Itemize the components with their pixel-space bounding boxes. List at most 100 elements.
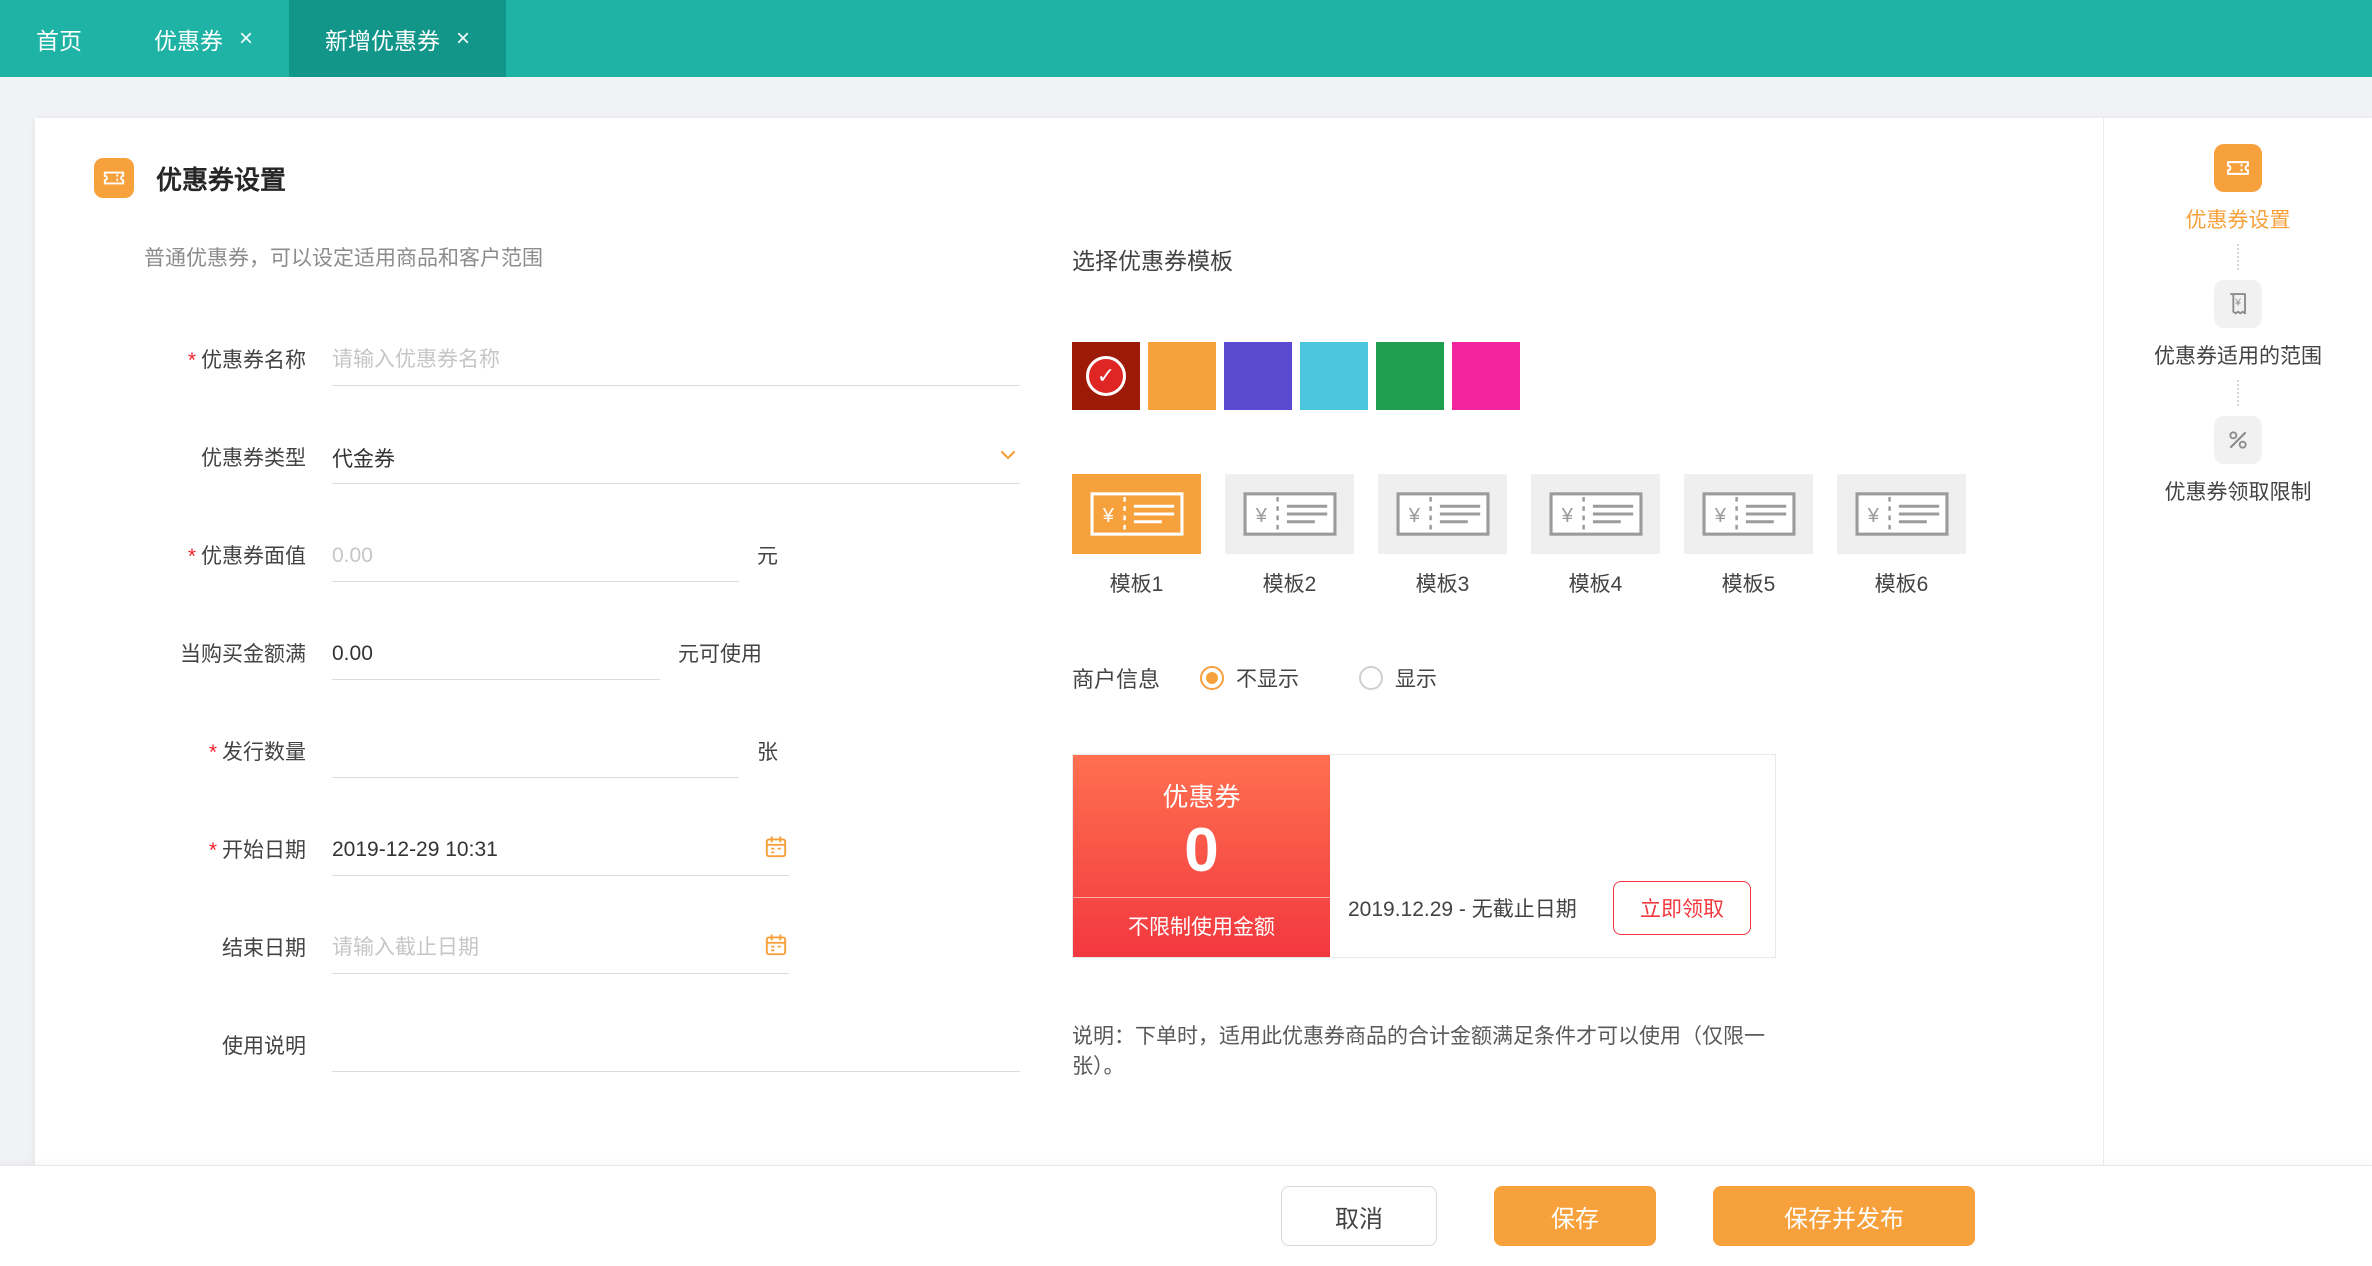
usage-note: 说明：下单时，适用此优惠券商品的合计金额满足条件才可以使用（仅限一张）。: [1072, 1025, 1765, 1078]
color-swatch-purple[interactable]: [1224, 342, 1292, 410]
template-1[interactable]: ¥ 模板1: [1072, 474, 1201, 598]
template-5-label: 模板5: [1721, 573, 1776, 596]
ticket-icon: ¥: [1378, 474, 1507, 554]
color-swatch-orange[interactable]: [1148, 342, 1216, 410]
end-date-label: 结束日期: [222, 937, 306, 960]
coupon-preview-right: 2019.12.29 - 无截止日期 立即领取: [1330, 755, 1775, 957]
step-coupon-claim-limit[interactable]: 优惠券领取限制: [2165, 416, 2312, 506]
cancel-button[interactable]: 取消: [1281, 1186, 1437, 1246]
tab-new-coupon-label: 新增优惠券: [325, 27, 441, 54]
radio-checked-icon[interactable]: [1200, 666, 1225, 690]
calendar-icon[interactable]: [763, 932, 789, 963]
coupon-icon: [94, 158, 134, 198]
template-6[interactable]: ¥ 模板6: [1837, 474, 1966, 598]
section-header: 优惠券设置: [94, 158, 2103, 198]
svg-text:¥: ¥: [2234, 297, 2241, 309]
field-coupon-name: * 优惠券名称: [144, 334, 1024, 386]
field-issue-quantity: * 发行数量 张: [144, 726, 1024, 778]
step-coupon-settings[interactable]: 优惠券设置: [2186, 144, 2291, 234]
tab-coupon-list[interactable]: 优惠券 ×: [118, 0, 289, 77]
required-marker: *: [208, 741, 217, 764]
svg-text:¥: ¥: [1254, 505, 1267, 527]
issue-quantity-input[interactable]: [332, 726, 739, 777]
radio-show-merchant[interactable]: 显示: [1359, 663, 1437, 693]
color-swatch-magenta[interactable]: [1452, 342, 1520, 410]
main-content: 优惠券设置 普通优惠券，可以设定适用商品和客户范围 *优惠券名称 优惠券类型: [35, 118, 2103, 1165]
ticket-icon: ¥: [1531, 474, 1660, 554]
coupon-type-value: 代金券: [332, 447, 395, 471]
template-3-label: 模板3: [1415, 573, 1470, 596]
required-marker: *: [187, 545, 196, 568]
issue-quantity-suffix: 张: [757, 741, 778, 764]
color-swatch-row: ✓: [1072, 342, 1792, 410]
page-body: 优惠券设置 普通优惠券，可以设定适用商品和客户范围 *优惠券名称 优惠券类型: [0, 77, 2372, 1165]
ticket-icon: ¥: [1684, 474, 1813, 554]
top-tab-bar: 首页 优惠券 × 新增优惠券 ×: [0, 0, 2372, 77]
required-marker: *: [208, 839, 217, 862]
ticket-icon: ¥: [1072, 474, 1201, 554]
color-swatch-selected[interactable]: ✓: [1072, 342, 1140, 410]
issue-quantity-label: 发行数量: [222, 741, 306, 764]
calendar-icon[interactable]: [763, 834, 789, 865]
tab-home[interactable]: 首页: [0, 0, 118, 77]
template-5[interactable]: ¥ 模板5: [1684, 474, 1813, 598]
close-icon[interactable]: ×: [239, 26, 253, 51]
tab-new-coupon[interactable]: 新增优惠券 ×: [289, 0, 507, 77]
step-connector: [2237, 244, 2239, 270]
template-2[interactable]: ¥ 模板2: [1225, 474, 1354, 598]
step-coupon-scope-label: 优惠券适用的范围: [2154, 345, 2322, 368]
radio-hide-merchant[interactable]: 不显示: [1200, 663, 1299, 693]
required-marker: *: [187, 349, 196, 372]
preview-limit-text: 不限制使用金额: [1128, 916, 1275, 939]
coupon-icon: [2214, 144, 2262, 192]
step-coupon-claim-limit-label: 优惠券领取限制: [2164, 481, 2312, 504]
template-6-label: 模板6: [1874, 573, 1929, 596]
end-date-input[interactable]: [332, 922, 755, 973]
svg-text:¥: ¥: [1713, 505, 1726, 527]
template-1-label: 模板1: [1109, 573, 1164, 596]
step-rail: 优惠券设置 ¥ 优惠券适用的范围 优惠券领取限制: [2103, 118, 2372, 1165]
coupon-name-label: 优惠券名称: [201, 349, 306, 372]
coupon-name-input[interactable]: [332, 334, 1020, 385]
preview-date-range: 2019.12.29 - 无截止日期: [1348, 898, 1577, 921]
percent-icon: [2214, 416, 2262, 464]
coupon-type-select[interactable]: 代金券: [332, 432, 1020, 484]
start-date-input[interactable]: [332, 824, 755, 875]
min-spend-suffix: 元可使用: [678, 643, 762, 666]
coupon-value-input[interactable]: [332, 530, 739, 581]
field-start-date: * 开始日期: [144, 824, 1024, 876]
close-icon[interactable]: ×: [456, 26, 470, 51]
color-swatch-green[interactable]: [1376, 342, 1444, 410]
step-coupon-scope[interactable]: ¥ 优惠券适用的范围: [2154, 280, 2322, 370]
preview-amount: 0: [1184, 816, 1219, 885]
radio-show-label: 显示: [1395, 668, 1438, 691]
min-spend-input[interactable]: [332, 628, 660, 679]
page-title: 优惠券设置: [156, 164, 287, 195]
template-2-label: 模板2: [1262, 573, 1317, 596]
coupon-preview-left: 优惠券 0 不限制使用金额: [1073, 755, 1330, 957]
field-min-spend: 当购买金额满 元可使用: [144, 628, 1024, 680]
radio-unchecked-icon[interactable]: [1359, 666, 1384, 690]
save-publish-button[interactable]: 保存并发布: [1713, 1186, 1975, 1246]
template-section-title: 选择优惠券模板: [1072, 248, 1233, 274]
claim-now-button[interactable]: 立即领取: [1613, 881, 1751, 935]
color-swatch-cyan[interactable]: [1300, 342, 1368, 410]
footer-action-bar: 取消 保存 保存并发布: [0, 1165, 2372, 1266]
ticket-icon: ¥: [1837, 474, 1966, 554]
template-row: ¥ 模板1 ¥ 模板2 ¥ 模板3 ¥ 模板4 ¥ 模板5 ¥ 模板6: [1072, 474, 1966, 598]
check-icon: ✓: [1086, 356, 1126, 396]
field-coupon-value: *优惠券面值 元: [144, 530, 1024, 582]
preview-coupon-title: 优惠券: [1162, 782, 1241, 812]
template-4[interactable]: ¥ 模板4: [1531, 474, 1660, 598]
coupon-value-label: 优惠券面值: [201, 545, 306, 568]
field-end-date: 结束日期: [144, 922, 1024, 974]
usage-notes-input[interactable]: [332, 1020, 1020, 1071]
start-date-label: 开始日期: [222, 839, 306, 862]
chevron-down-icon[interactable]: [996, 443, 1020, 472]
coupon-form: 普通优惠券，可以设定适用商品和客户范围 *优惠券名称 优惠券类型 代金券: [144, 242, 1024, 1118]
form-subtitle: 普通优惠券，可以设定适用商品和客户范围: [144, 247, 543, 270]
svg-text:¥: ¥: [1407, 505, 1420, 527]
save-button[interactable]: 保存: [1494, 1186, 1656, 1246]
template-3[interactable]: ¥ 模板3: [1378, 474, 1507, 598]
coupon-preview-card: 优惠券 0 不限制使用金额 2019.12.29 - 无截止日期 立即领取: [1072, 754, 1776, 958]
